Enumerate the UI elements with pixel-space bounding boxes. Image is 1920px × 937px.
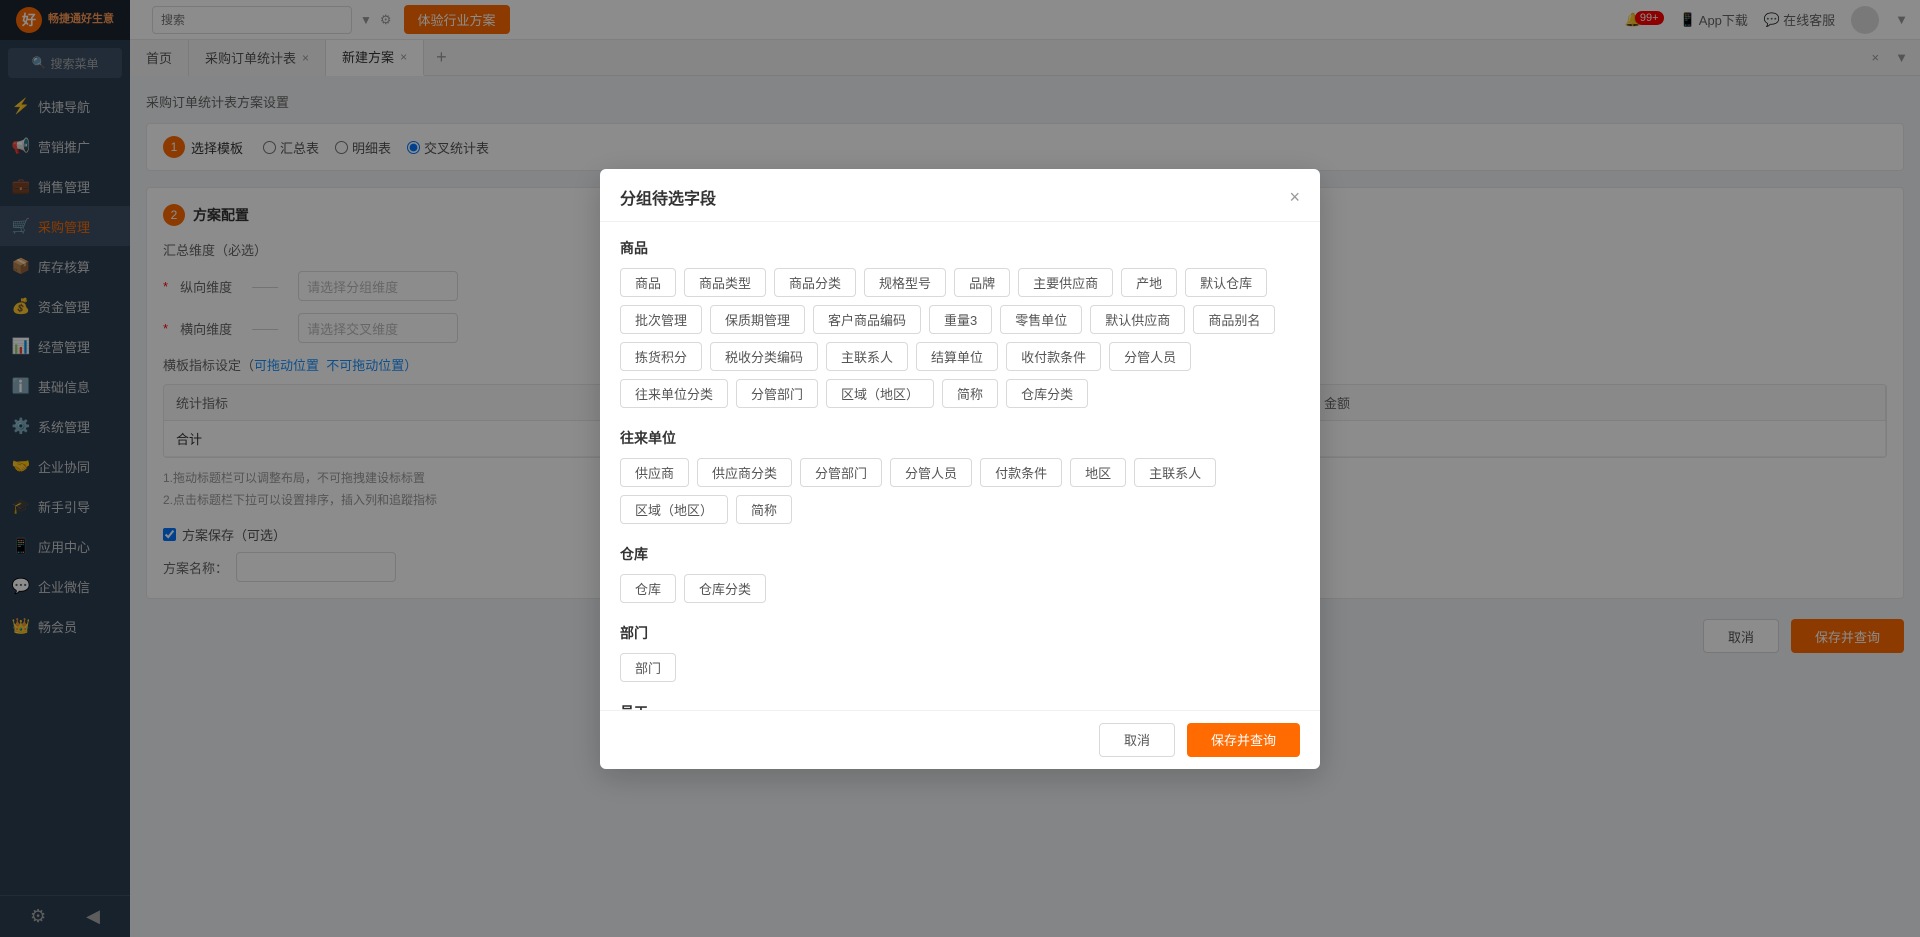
dialog-body: 商品商品商品类型商品分类规格型号品牌主要供应商产地默认仓库批次管理保质期管理客户…	[600, 222, 1320, 710]
field-group-0: 商品商品商品类型商品分类规格型号品牌主要供应商产地默认仓库批次管理保质期管理客户…	[620, 238, 1300, 408]
field-tag-0-4[interactable]: 品牌	[954, 268, 1010, 297]
field-tags-1: 供应商供应商分类分管部门分管人员付款条件地区主联系人区域（地区） 简称	[620, 458, 1300, 524]
field-tag-0-14[interactable]: 商品别名	[1193, 305, 1275, 334]
field-tag-0-18[interactable]: 结算单位	[916, 342, 998, 371]
field-tag-1-7[interactable]: 区域（地区）	[620, 495, 728, 524]
field-tags-3: 部门	[620, 653, 1300, 682]
field-group-title-3: 部门	[620, 623, 1300, 643]
field-tag-1-1[interactable]: 供应商分类	[697, 458, 792, 487]
dialog-footer: 取消 保存并查询	[600, 710, 1320, 769]
field-tag-0-0[interactable]: 商品	[620, 268, 676, 297]
field-tag-2-1[interactable]: 仓库分类	[684, 574, 766, 603]
field-tag-2-0[interactable]: 仓库	[620, 574, 676, 603]
field-tag-0-21[interactable]: 往来单位分类	[620, 379, 728, 408]
dialog-header: 分组待选字段 ×	[600, 169, 1320, 222]
field-tag-0-19[interactable]: 收付款条件	[1006, 342, 1101, 371]
field-tag-1-3[interactable]: 分管人员	[890, 458, 972, 487]
field-tag-0-11[interactable]: 重量3	[929, 305, 992, 334]
dialog-title: 分组待选字段	[620, 185, 716, 209]
field-tag-1-5[interactable]: 地区	[1070, 458, 1126, 487]
field-group-3: 部门部门	[620, 623, 1300, 682]
field-tags-0: 商品商品类型商品分类规格型号品牌主要供应商产地默认仓库批次管理保质期管理客户商品…	[620, 268, 1300, 408]
field-tag-0-10[interactable]: 客户商品编码	[813, 305, 921, 334]
field-tag-0-17[interactable]: 主联系人	[826, 342, 908, 371]
dialog-confirm-btn[interactable]: 保存并查询	[1187, 723, 1300, 757]
field-tag-0-5[interactable]: 主要供应商	[1018, 268, 1113, 297]
field-group-title-2: 仓库	[620, 544, 1300, 564]
field-group-title-0: 商品	[620, 238, 1300, 258]
field-group-title-1: 往来单位	[620, 428, 1300, 448]
field-tag-1-8[interactable]: 简称	[736, 495, 792, 524]
field-tag-0-15[interactable]: 拣货积分	[620, 342, 702, 371]
field-tag-0-20[interactable]: 分管人员	[1109, 342, 1191, 371]
field-tag-0-2[interactable]: 商品分类	[774, 268, 856, 297]
field-tag-0-8[interactable]: 批次管理	[620, 305, 702, 334]
field-tag-0-3[interactable]: 规格型号	[864, 268, 946, 297]
field-group-2: 仓库仓库仓库分类	[620, 544, 1300, 603]
field-tag-0-23[interactable]: 区域（地区）	[826, 379, 934, 408]
field-tag-1-2[interactable]: 分管部门	[800, 458, 882, 487]
dialog-cancel-btn[interactable]: 取消	[1099, 723, 1175, 757]
field-tag-3-0[interactable]: 部门	[620, 653, 676, 682]
field-tag-0-24[interactable]: 简称	[942, 379, 998, 408]
field-tag-0-13[interactable]: 默认供应商	[1090, 305, 1185, 334]
field-group-title-4: 员工	[620, 702, 1300, 710]
field-tag-0-12[interactable]: 零售单位	[1000, 305, 1082, 334]
field-tag-0-25[interactable]: 仓库分类	[1006, 379, 1088, 408]
field-tag-0-16[interactable]: 税收分类编码	[710, 342, 818, 371]
dialog-overlay: 分组待选字段 × 商品商品商品类型商品分类规格型号品牌主要供应商产地默认仓库批次…	[0, 0, 1920, 937]
dialog-close-btn[interactable]: ×	[1289, 188, 1300, 206]
field-tag-1-0[interactable]: 供应商	[620, 458, 689, 487]
field-tag-0-6[interactable]: 产地	[1121, 268, 1177, 297]
field-tag-0-9[interactable]: 保质期管理	[710, 305, 805, 334]
field-tag-1-4[interactable]: 付款条件	[980, 458, 1062, 487]
field-tag-1-6[interactable]: 主联系人	[1134, 458, 1216, 487]
field-group-4: 员工业务员	[620, 702, 1300, 710]
field-tag-0-22[interactable]: 分管部门	[736, 379, 818, 408]
field-tag-0-7[interactable]: 默认仓库	[1185, 268, 1267, 297]
field-tag-0-1[interactable]: 商品类型	[684, 268, 766, 297]
field-group-1: 往来单位供应商供应商分类分管部门分管人员付款条件地区主联系人区域（地区） 简称	[620, 428, 1300, 524]
field-tags-2: 仓库仓库分类	[620, 574, 1300, 603]
field-selection-dialog: 分组待选字段 × 商品商品商品类型商品分类规格型号品牌主要供应商产地默认仓库批次…	[600, 169, 1320, 769]
